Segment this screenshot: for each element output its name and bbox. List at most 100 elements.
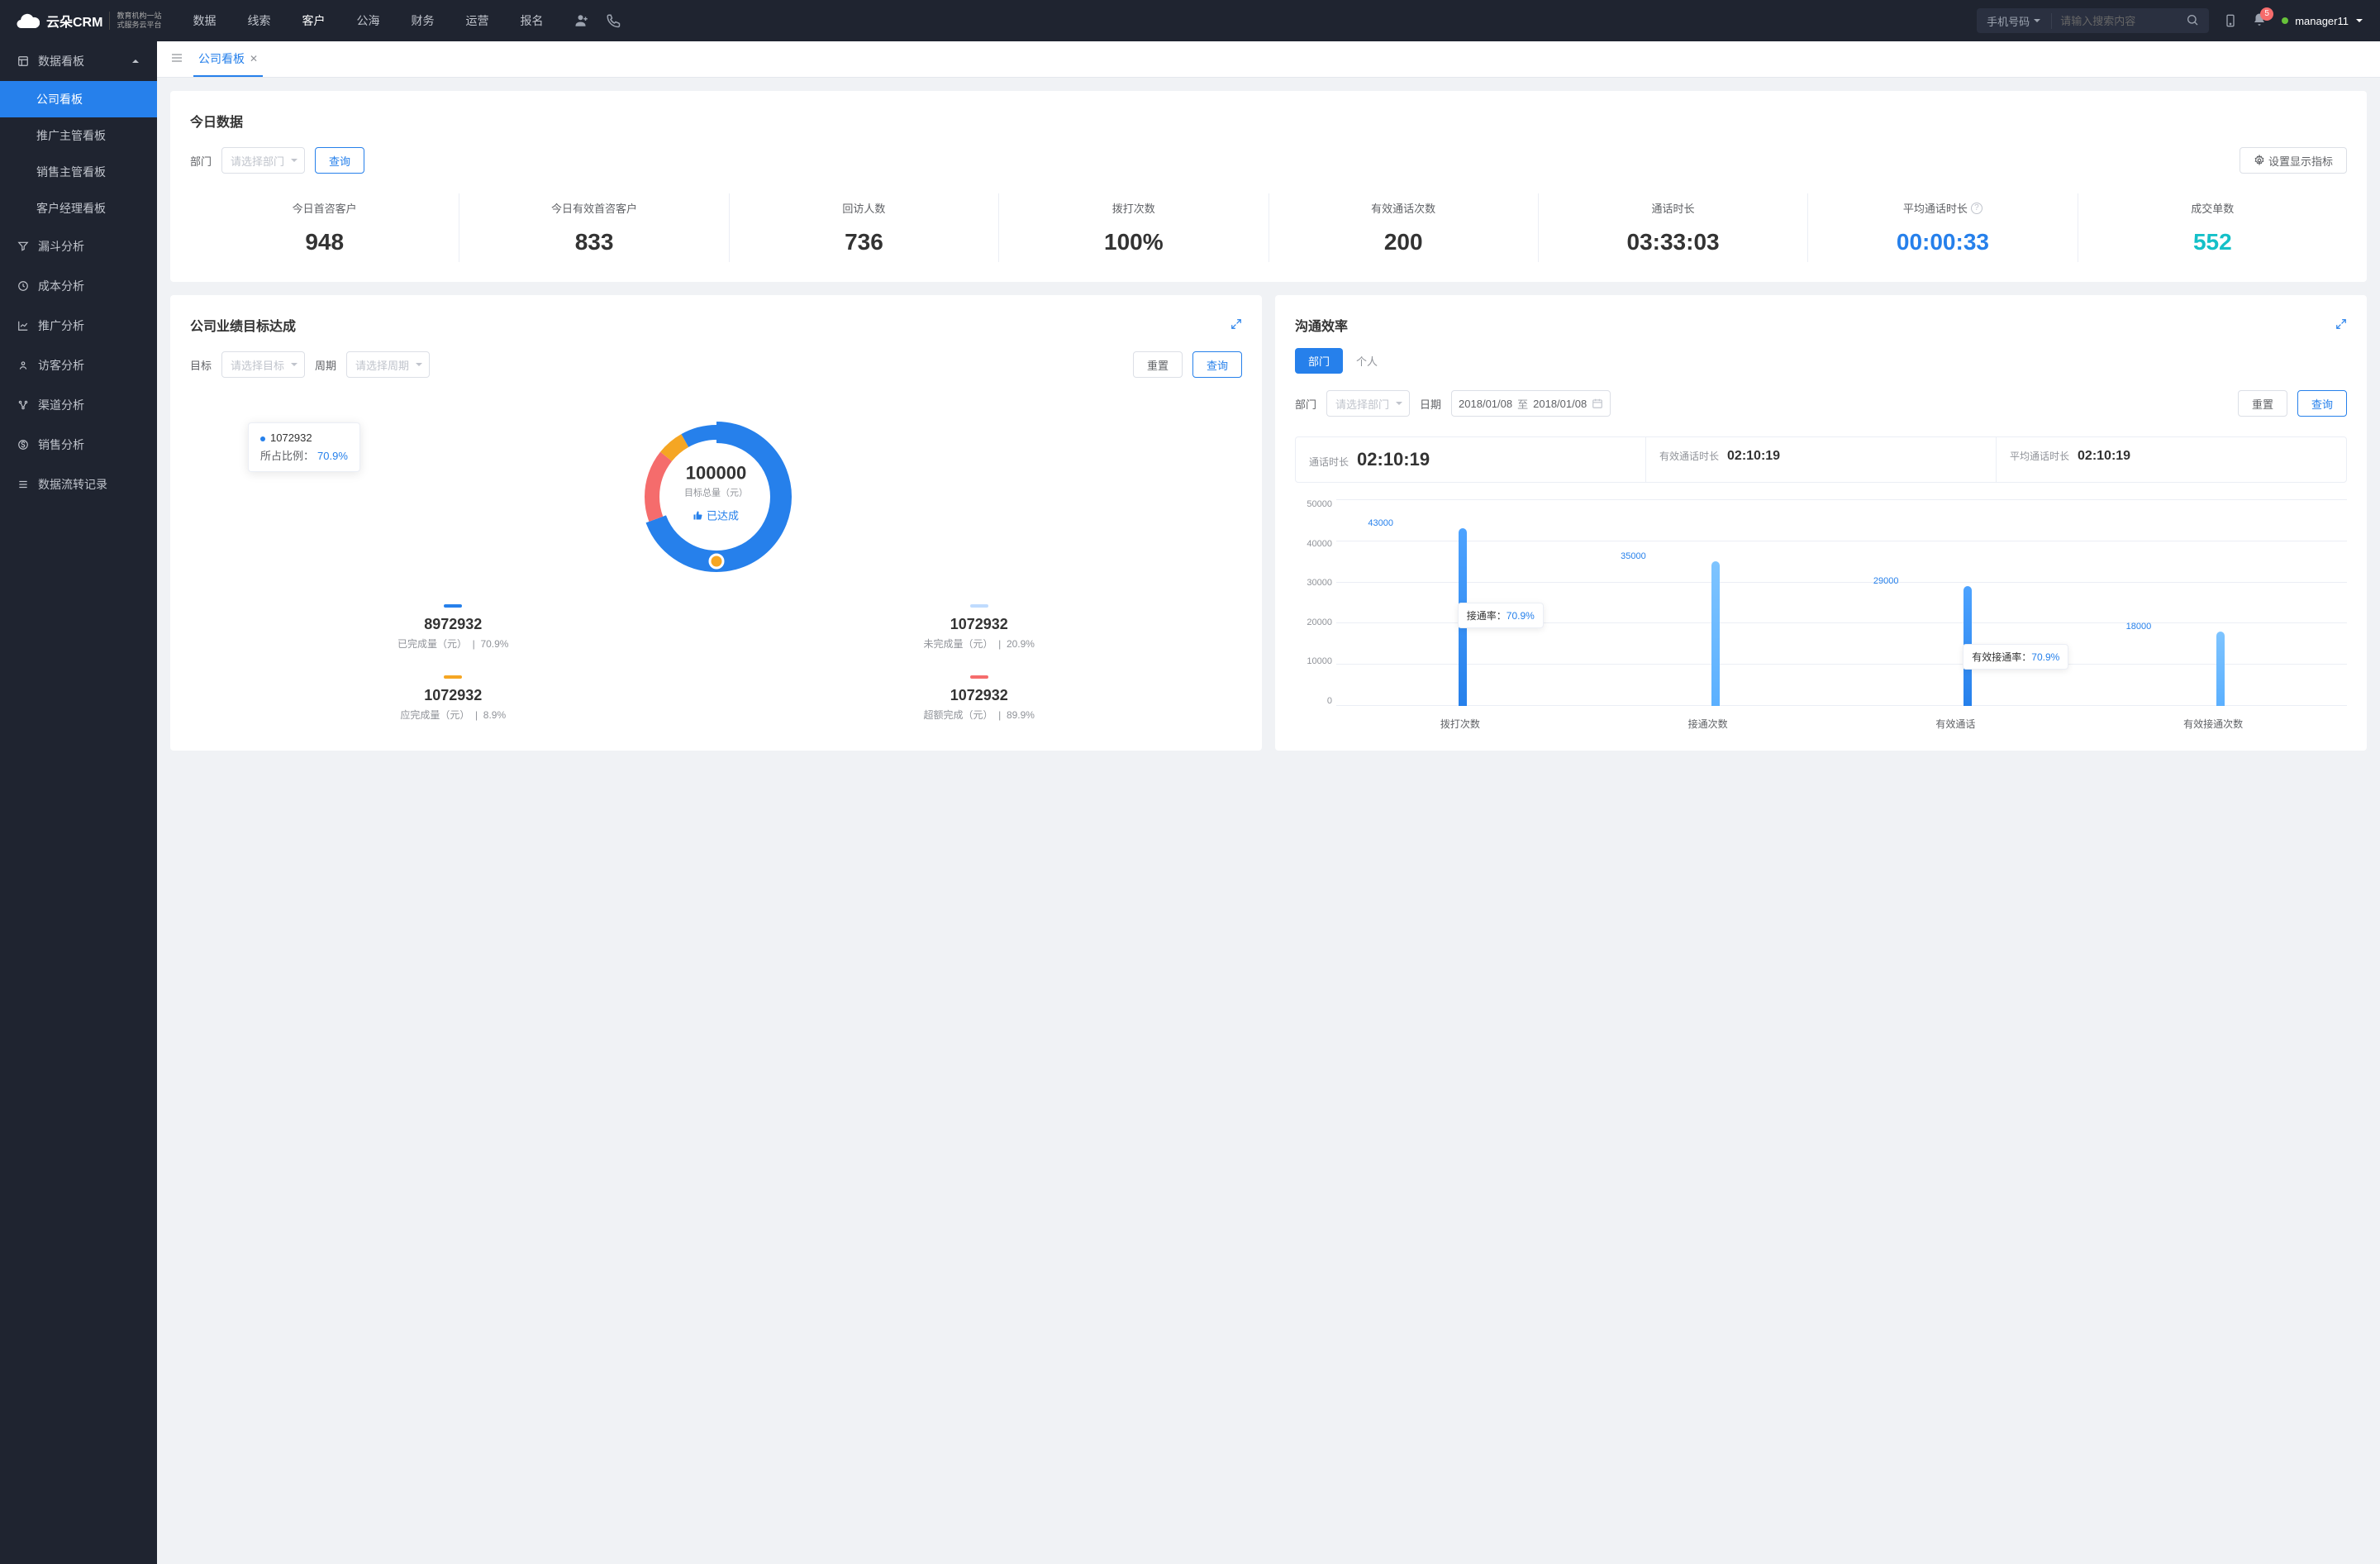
add-person-icon[interactable] — [574, 13, 589, 28]
hamburger-icon[interactable] — [170, 51, 183, 67]
query-button[interactable]: 查询 — [315, 147, 364, 174]
seg-person[interactable]: 个人 — [1343, 348, 1391, 374]
nav-finance[interactable]: 财务 — [396, 0, 449, 41]
sidebar-item-flow[interactable]: 数据流转记录 — [0, 465, 157, 504]
sidebar-item-promo-board[interactable]: 推广主管看板 — [0, 117, 157, 154]
gear-icon — [2254, 155, 2265, 166]
search-icon[interactable] — [2176, 13, 2209, 29]
chart-icon — [17, 319, 30, 332]
logo-subtitle: 教育机构一站式服务云平台 — [109, 12, 161, 30]
bar-group: 18000 — [2110, 499, 2332, 706]
status-dot — [2282, 17, 2288, 24]
bell-icon[interactable]: 5 — [2252, 12, 2267, 30]
cloud-icon — [17, 12, 40, 29]
sidebar-item-cost[interactable]: 成本分析 — [0, 266, 157, 306]
stat-item: 成交单数552 — [2078, 193, 2347, 262]
summary-item: 平均通话时长02:10:19 — [1997, 437, 2346, 482]
dashboard-icon — [17, 55, 30, 68]
x-label: 有效通话 — [1935, 717, 1975, 731]
stat-item: 有效通话次数200 — [1269, 193, 1539, 262]
dept-select[interactable]: 请选择部门 — [1326, 390, 1410, 417]
stat-item: 通话时长03:33:03 — [1539, 193, 1808, 262]
search-box: 手机号码 — [1977, 8, 2209, 33]
query-button[interactable]: 查询 — [1192, 351, 1242, 378]
reset-button[interactable]: 重置 — [2238, 390, 2287, 417]
x-label: 有效接通次数 — [2183, 717, 2243, 731]
donut-chart: 1072932 所占比例：70.9% 100000 目标总量（ — [190, 398, 1242, 588]
settings-button[interactable]: 设置显示指标 — [2240, 147, 2347, 174]
sidebar-item-company-board[interactable]: 公司看板 — [0, 81, 157, 117]
date-range[interactable]: 2018/01/08 至 2018/01/08 — [1451, 390, 1611, 417]
channel-icon — [17, 398, 30, 412]
funnel-icon — [17, 240, 30, 253]
dept-select[interactable]: 请选择部门 — [221, 147, 305, 174]
search-type-select[interactable]: 手机号码 — [1977, 13, 2052, 29]
stat-item: 拨打次数100% — [999, 193, 1269, 262]
donut-center: 100000 目标总量（元） 已达成 — [684, 463, 748, 523]
dept-label: 部门 — [1295, 396, 1316, 412]
target-label: 目标 — [190, 357, 212, 373]
reset-button[interactable]: 重置 — [1133, 351, 1183, 378]
sidebar-item-funnel[interactable]: 漏斗分析 — [0, 226, 157, 266]
summary-bar: 通话时长02:10:19有效通话时长02:10:19平均通话时长02:10:19 — [1295, 436, 2347, 483]
bar-chart: 50000400003000020000100000 接通率：70.9% 有效接… — [1295, 499, 2347, 731]
sidebar-item-promo[interactable]: 推广分析 — [0, 306, 157, 346]
seg-dept[interactable]: 部门 — [1295, 348, 1343, 374]
goal-title: 公司业绩目标达成 — [190, 315, 296, 335]
nav-ops[interactable]: 运营 — [450, 0, 503, 41]
nav-customers[interactable]: 客户 — [287, 0, 340, 41]
main: 公司看板✕ 今日数据 部门 请选择部门 查询 设置显示指标 今日首咨客户948今… — [157, 41, 2380, 1564]
stat-item: 平均通话时长?00:00:33 — [1808, 193, 2078, 262]
nav-data[interactable]: 数据 — [178, 0, 231, 41]
rate-tooltip-1: 接通率：70.9% — [1458, 603, 1544, 628]
goal-card: 公司业绩目标达成 目标 请选择目标 周期 请选择周期 重置 查询 1072932 — [170, 295, 1262, 751]
y-axis: 50000400003000020000100000 — [1295, 499, 1332, 706]
tab-company-board[interactable]: 公司看板✕ — [193, 41, 263, 77]
sidebar-item-visitor[interactable]: 访客分析 — [0, 346, 157, 385]
mobile-icon[interactable] — [2224, 14, 2237, 27]
bar-group: 35000 — [1604, 499, 1826, 706]
nav-signup[interactable]: 报名 — [505, 0, 558, 41]
chart-tooltip: 1072932 所占比例：70.9% — [248, 422, 360, 472]
legend-item: 8972932已完成量（元） | 70.9% — [190, 604, 716, 651]
sidebar-group-dashboard[interactable]: 数据看板 — [0, 41, 157, 81]
nav-pool[interactable]: 公海 — [341, 0, 394, 41]
list-icon — [17, 478, 30, 491]
x-label: 拨打次数 — [1440, 717, 1480, 731]
comm-title: 沟通效率 — [1295, 315, 1348, 335]
query-button[interactable]: 查询 — [2297, 390, 2347, 417]
logo[interactable]: 云朵CRM 教育机构一站式服务云平台 — [17, 11, 161, 31]
help-icon[interactable]: ? — [1971, 203, 1983, 214]
legend-item: 1072932应完成量（元） | 8.9% — [190, 675, 716, 722]
summary-item: 通话时长02:10:19 — [1296, 437, 1646, 482]
nav-leads[interactable]: 线索 — [232, 0, 285, 41]
close-icon[interactable]: ✕ — [250, 53, 258, 64]
comm-card: 沟通效率 部门 个人 部门 请选择部门 日期 2018/01/08 至 — [1275, 295, 2367, 751]
sidebar-item-sales[interactable]: 销售分析 — [0, 425, 157, 465]
today-title: 今日数据 — [190, 111, 2347, 131]
sidebar-item-manager-board[interactable]: 客户经理看板 — [0, 190, 157, 226]
calendar-icon — [1592, 398, 1603, 409]
visitor-icon — [17, 359, 30, 372]
thumb-icon — [693, 510, 703, 520]
expand-icon[interactable] — [2335, 318, 2347, 332]
search-input[interactable] — [2052, 15, 2176, 27]
target-select[interactable]: 请选择目标 — [221, 351, 305, 378]
today-stats: 今日首咨客户948今日有效首咨客户833回访人数736拨打次数100%有效通话次… — [190, 193, 2347, 262]
bars: 接通率：70.9% 有效接通率：70.9% 430003500029000180… — [1336, 499, 2347, 706]
goal-legends: 8972932已完成量（元） | 70.9%1072932未完成量（元） | 2… — [190, 604, 1242, 722]
summary-item: 有效通话时长02:10:19 — [1646, 437, 1997, 482]
sidebar: 数据看板 公司看板 推广主管看板 销售主管看板 客户经理看板 漏斗分析 成本分析… — [0, 41, 157, 1564]
sidebar-item-sales-board[interactable]: 销售主管看板 — [0, 154, 157, 190]
sales-icon — [17, 438, 30, 451]
tabs-bar: 公司看板✕ — [157, 41, 2380, 78]
user-menu[interactable]: manager11 — [2282, 15, 2363, 27]
logo-text: 云朵CRM — [46, 11, 102, 31]
bar-group: 29000 — [1857, 499, 2079, 706]
expand-icon[interactable] — [1230, 318, 1242, 332]
x-axis: 拨打次数接通次数有效通话有效接通次数 — [1336, 717, 2347, 731]
phone-icon[interactable] — [606, 13, 621, 28]
period-label: 周期 — [315, 357, 336, 373]
sidebar-item-channel[interactable]: 渠道分析 — [0, 385, 157, 425]
period-select[interactable]: 请选择周期 — [346, 351, 430, 378]
